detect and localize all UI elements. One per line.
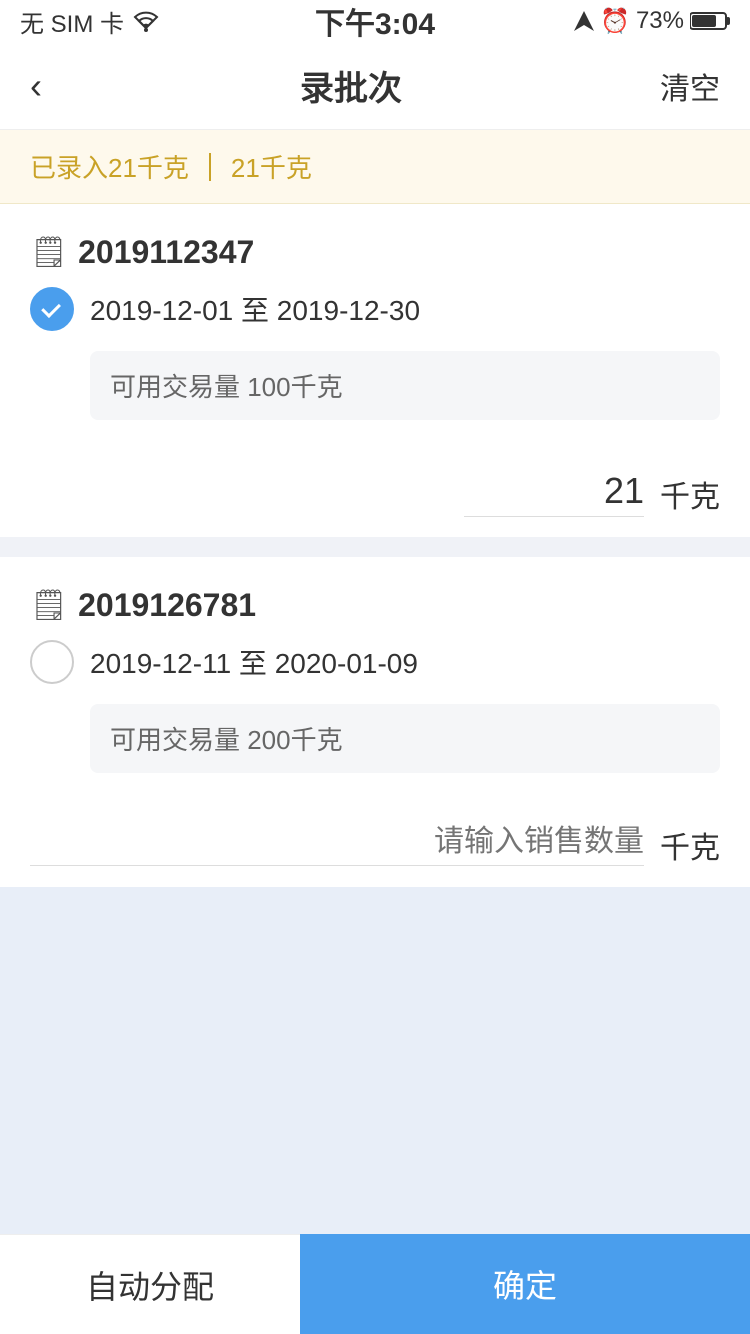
batch-date-1: 2019-12-01 至 2019-12-30 [90, 289, 420, 329]
amount-unit-1: 千克 [660, 472, 720, 516]
amount-value-1: 21 [604, 470, 644, 512]
batch-header-1: 🗒 2019112347 [30, 234, 720, 271]
page-title: 录批次 [300, 61, 402, 110]
amount-row-1: 21 千克 [0, 450, 750, 537]
input-row-2: 千克 [30, 823, 720, 867]
section-separator [0, 537, 750, 557]
nav-bar: ‹ 录批次 清空 [0, 42, 750, 130]
radio-checked-1[interactable] [30, 287, 74, 331]
batch-id-2: 2019126781 [78, 587, 256, 624]
wifi-icon [132, 10, 160, 32]
batch-date-2: 2019-12-11 至 2020-01-09 [90, 642, 418, 682]
radio-unchecked-2[interactable] [30, 640, 74, 684]
status-bar: 无 SIM 卡 下午3:04 ⏰ 73% [0, 0, 750, 42]
auto-distribute-button[interactable]: 自动分配 [0, 1234, 300, 1334]
status-left: 无 SIM 卡 [20, 4, 160, 39]
battery-percent: 73% [636, 7, 684, 35]
carrier-label: 无 SIM 卡 [20, 4, 124, 39]
amount-line-1 [464, 516, 644, 517]
clear-button[interactable]: 清空 [660, 64, 720, 108]
amount-input-wrap-1: 21 [464, 470, 644, 517]
available-box-1: 可用交易量 100千克 [90, 351, 720, 420]
available-box-2: 可用交易量 200千克 [90, 704, 720, 773]
qty-input-2[interactable] [30, 825, 644, 859]
info-banner: 已录入21千克 21千克 [0, 130, 750, 204]
recorded-label: 已录入21千克 [30, 148, 189, 185]
document-icon-2: 🗒 [30, 588, 68, 623]
status-time: 下午3:04 [315, 0, 435, 43]
qty-unit-2: 千克 [660, 823, 720, 867]
battery-icon [690, 11, 730, 31]
status-right: ⏰ 73% [574, 7, 730, 36]
page-content: 🗒 2019112347 2019-12-01 至 2019-12-30 可用交… [0, 204, 750, 1308]
batch-header-2: 🗒 2019126781 [30, 587, 720, 624]
confirm-button[interactable]: 确定 [300, 1234, 750, 1334]
bottom-bar: 自动分配 确定 [0, 1234, 750, 1334]
back-button[interactable]: ‹ [30, 65, 42, 107]
location-icon [574, 11, 594, 31]
document-icon-1: 🗒 [30, 235, 68, 270]
value-label: 21千克 [231, 148, 312, 185]
batch-date-row-1[interactable]: 2019-12-01 至 2019-12-30 [30, 287, 720, 331]
input-wrap-2 [30, 825, 644, 866]
input-underline-2 [30, 865, 644, 866]
batch-date-row-2[interactable]: 2019-12-11 至 2020-01-09 [30, 640, 720, 684]
input-section-2: 千克 [0, 803, 750, 887]
clock-icon: ⏰ [600, 7, 630, 36]
batch-item-1: 🗒 2019112347 2019-12-01 至 2019-12-30 可用交… [0, 204, 750, 450]
batch-id-1: 2019112347 [78, 234, 254, 271]
batch-item-2: 🗒 2019126781 2019-12-11 至 2020-01-09 可用交… [0, 557, 750, 803]
info-divider [209, 153, 211, 181]
